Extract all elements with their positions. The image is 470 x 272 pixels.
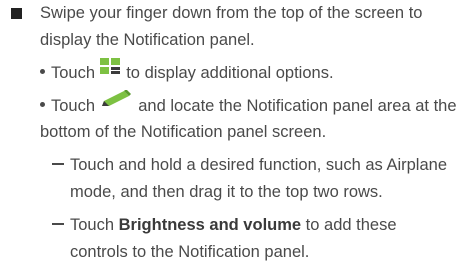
- nested-step-2-prefix: Touch: [70, 216, 115, 234]
- sub-step-1-text-after: to display additional options.: [126, 64, 334, 82]
- pencil-edit-icon: [100, 89, 134, 119]
- sub-step-1-text-before: Touch: [51, 64, 96, 82]
- nested-step-1-line2: mode, and then drag it to the top two ro…: [70, 183, 383, 201]
- square-bullet-icon: [11, 8, 22, 19]
- instruction-page: Swipe your finger down from the top of t…: [0, 0, 470, 272]
- main-step-line1: Swipe your finger down from the top of t…: [40, 4, 423, 22]
- nested-step-2-suffix: to add these: [305, 216, 397, 234]
- round-bullet-icon: [40, 69, 45, 75]
- sub-step-1: Touch to display additional options.: [40, 58, 334, 87]
- nested-step-1-text: Touch and hold a desired function, such …: [70, 156, 448, 174]
- round-bullet-icon: [40, 102, 45, 107]
- sub-step-2-text-after: and locate the Notification panel area a…: [138, 96, 457, 115]
- main-step-line2: display the Notification panel.: [40, 31, 255, 49]
- nested-step-2-line2: controls to the Notification panel.: [70, 243, 310, 261]
- nested-step-2-line1: Touch Brightness and volume to add these: [52, 212, 397, 239]
- brightness-volume-label: Brightness and volume: [118, 216, 302, 234]
- grid-options-icon: [99, 58, 122, 85]
- dash-bullet-icon: [52, 162, 64, 165]
- nested-step-1-line1: Touch and hold a desired function, such …: [52, 152, 447, 179]
- sub-step-2-line2: bottom of the Notification panel screen.: [40, 123, 327, 141]
- sub-step-2-text-before: Touch: [51, 96, 96, 115]
- dash-bullet-icon: [52, 222, 64, 225]
- sub-step-2-line1: Touch and locate the Notification panel …: [40, 89, 457, 121]
